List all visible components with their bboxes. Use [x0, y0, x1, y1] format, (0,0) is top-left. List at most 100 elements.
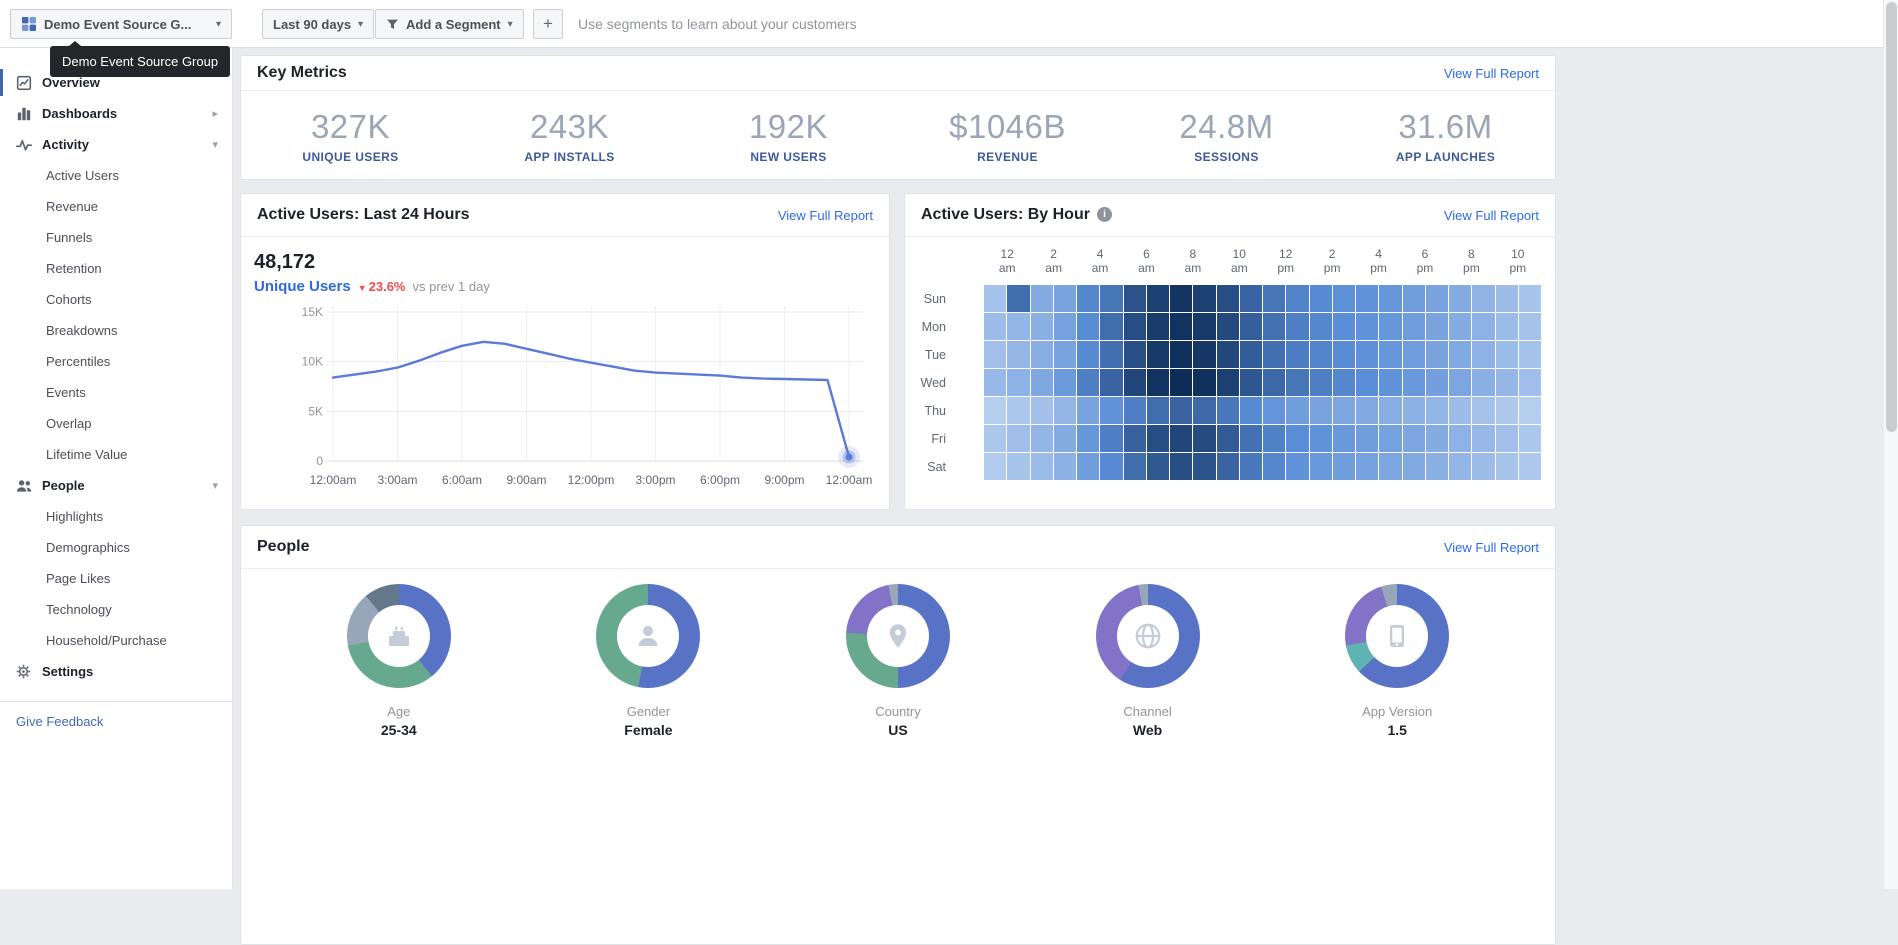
vertical-scrollbar[interactable]	[1883, 0, 1898, 889]
heatmap-cell[interactable]	[1193, 452, 1216, 480]
heatmap-cell[interactable]	[1402, 452, 1425, 480]
heatmap-cell[interactable]	[1332, 452, 1355, 480]
heatmap-cell[interactable]	[1518, 424, 1541, 452]
heatmap-cell[interactable]	[1193, 396, 1216, 424]
heatmap-cell[interactable]	[1077, 368, 1100, 396]
heatmap-cell[interactable]	[1356, 340, 1379, 368]
heatmap-cell[interactable]	[1100, 340, 1123, 368]
heatmap-cell[interactable]	[1170, 284, 1193, 312]
metric-sessions[interactable]: 24.8M SESSIONS	[1117, 108, 1336, 164]
app-version-donut-chart[interactable]	[1345, 584, 1450, 688]
heatmap-cell[interactable]	[1472, 284, 1495, 312]
channel-donut-chart[interactable]	[1095, 584, 1200, 688]
sidebar-item-active-users[interactable]: Active Users	[0, 160, 232, 191]
heatmap-cell[interactable]	[1146, 368, 1169, 396]
people-breakdown-age[interactable]: Age 25-34	[274, 584, 524, 738]
metric-new-users[interactable]: 192K NEW USERS	[679, 108, 898, 164]
add-segment-button[interactable]: Add a Segment ▾	[375, 9, 524, 39]
heatmap-cell[interactable]	[1472, 452, 1495, 480]
heatmap-cell[interactable]	[1263, 452, 1286, 480]
sidebar-item-technology[interactable]: Technology	[0, 594, 232, 625]
heatmap-cell[interactable]	[1053, 340, 1076, 368]
heatmap-cell[interactable]	[1263, 312, 1286, 340]
heatmap-cell[interactable]	[1356, 312, 1379, 340]
active-users-24h-view-full-report-link[interactable]: View Full Report	[778, 208, 873, 223]
heatmap-cell[interactable]	[1216, 452, 1239, 480]
heatmap-cell[interactable]	[1053, 368, 1076, 396]
heatmap-cell[interactable]	[1356, 284, 1379, 312]
sidebar-item-breakdowns[interactable]: Breakdowns	[0, 315, 232, 346]
heatmap-cell[interactable]	[984, 424, 1007, 452]
heatmap-cell[interactable]	[1146, 452, 1169, 480]
heatmap-cell[interactable]	[1263, 424, 1286, 452]
sidebar-item-revenue[interactable]: Revenue	[0, 191, 232, 222]
heatmap-cell[interactable]	[1379, 424, 1402, 452]
heatmap-cell[interactable]	[1309, 396, 1332, 424]
heatmap-cell[interactable]	[1518, 284, 1541, 312]
heatmap-cell[interactable]	[1239, 312, 1262, 340]
heatmap-cell[interactable]	[1518, 340, 1541, 368]
heatmap-cell[interactable]	[1216, 340, 1239, 368]
heatmap-cell[interactable]	[1170, 340, 1193, 368]
heatmap-cell[interactable]	[1030, 312, 1053, 340]
heatmap-cell[interactable]	[1239, 368, 1262, 396]
active-users-line-chart[interactable]: 0 5K 10K 15K 12:00am 3:00am 6:00am 9:00am 12:00p…	[241, 294, 891, 504]
heatmap-cell[interactable]	[1332, 396, 1355, 424]
heatmap-cell[interactable]	[1146, 284, 1169, 312]
heatmap-cell[interactable]	[1077, 396, 1100, 424]
heatmap-cell[interactable]	[1077, 340, 1100, 368]
scrollbar-thumb[interactable]	[1886, 2, 1897, 432]
heatmap-cell[interactable]	[1263, 396, 1286, 424]
heatmap-cell[interactable]	[984, 368, 1007, 396]
heatmap-cell[interactable]	[984, 312, 1007, 340]
sidebar-item-overlap[interactable]: Overlap	[0, 408, 232, 439]
sidebar-item-highlights[interactable]: Highlights	[0, 501, 232, 532]
heatmap-cell[interactable]	[1170, 368, 1193, 396]
people-breakdown-country[interactable]: Country US	[773, 584, 1023, 738]
heatmap-cell[interactable]	[1286, 284, 1309, 312]
heatmap-cell[interactable]	[1123, 424, 1146, 452]
key-metrics-view-full-report-link[interactable]: View Full Report	[1444, 66, 1539, 81]
heatmap-cell[interactable]	[1193, 368, 1216, 396]
heatmap-cell[interactable]	[1007, 312, 1030, 340]
sidebar-item-settings[interactable]: Settings	[0, 656, 232, 687]
heatmap-cell[interactable]	[1425, 424, 1448, 452]
heatmap-cell[interactable]	[1402, 284, 1425, 312]
heatmap-cell[interactable]	[1123, 340, 1146, 368]
heatmap-cell[interactable]	[1123, 312, 1146, 340]
heatmap-cell[interactable]	[1425, 284, 1448, 312]
heatmap-cell[interactable]	[1402, 368, 1425, 396]
heatmap-cell[interactable]	[1449, 452, 1472, 480]
heatmap-cell[interactable]	[1495, 312, 1518, 340]
heatmap-cell[interactable]	[1332, 424, 1355, 452]
gender-donut-chart[interactable]	[596, 584, 701, 688]
sidebar-item-demographics[interactable]: Demographics	[0, 532, 232, 563]
heatmap-cell[interactable]	[1216, 312, 1239, 340]
heatmap-cell[interactable]	[984, 452, 1007, 480]
heatmap-cell[interactable]	[1286, 424, 1309, 452]
heatmap-cell[interactable]	[1518, 312, 1541, 340]
heatmap-cell[interactable]	[1309, 312, 1332, 340]
metric-app-installs[interactable]: 243K APP INSTALLS	[460, 108, 679, 164]
heatmap-cell[interactable]	[1309, 452, 1332, 480]
heatmap-cell[interactable]	[1007, 284, 1030, 312]
people-breakdown-gender[interactable]: Gender Female	[524, 584, 774, 738]
heatmap-cell[interactable]	[1495, 424, 1518, 452]
sidebar-item-people[interactable]: People ▾	[0, 470, 232, 501]
heatmap-cell[interactable]	[1449, 368, 1472, 396]
heatmap-cell[interactable]	[1379, 368, 1402, 396]
heatmap-cell[interactable]	[1286, 368, 1309, 396]
heatmap-cell[interactable]	[1425, 312, 1448, 340]
sidebar-item-lifetime-value[interactable]: Lifetime Value	[0, 439, 232, 470]
heatmap-cell[interactable]	[1100, 424, 1123, 452]
heatmap-cell[interactable]	[1007, 340, 1030, 368]
heatmap-cell[interactable]	[1472, 368, 1495, 396]
give-feedback-link[interactable]: Give Feedback	[16, 714, 103, 729]
heatmap-cell[interactable]	[1402, 340, 1425, 368]
heatmap-cell[interactable]	[1216, 396, 1239, 424]
heatmap-cell[interactable]	[1077, 312, 1100, 340]
sidebar-item-percentiles[interactable]: Percentiles	[0, 346, 232, 377]
heatmap-cell[interactable]	[1007, 396, 1030, 424]
date-range-selector-button[interactable]: Last 90 days ▾	[262, 9, 375, 39]
heatmap-cell[interactable]	[1449, 312, 1472, 340]
